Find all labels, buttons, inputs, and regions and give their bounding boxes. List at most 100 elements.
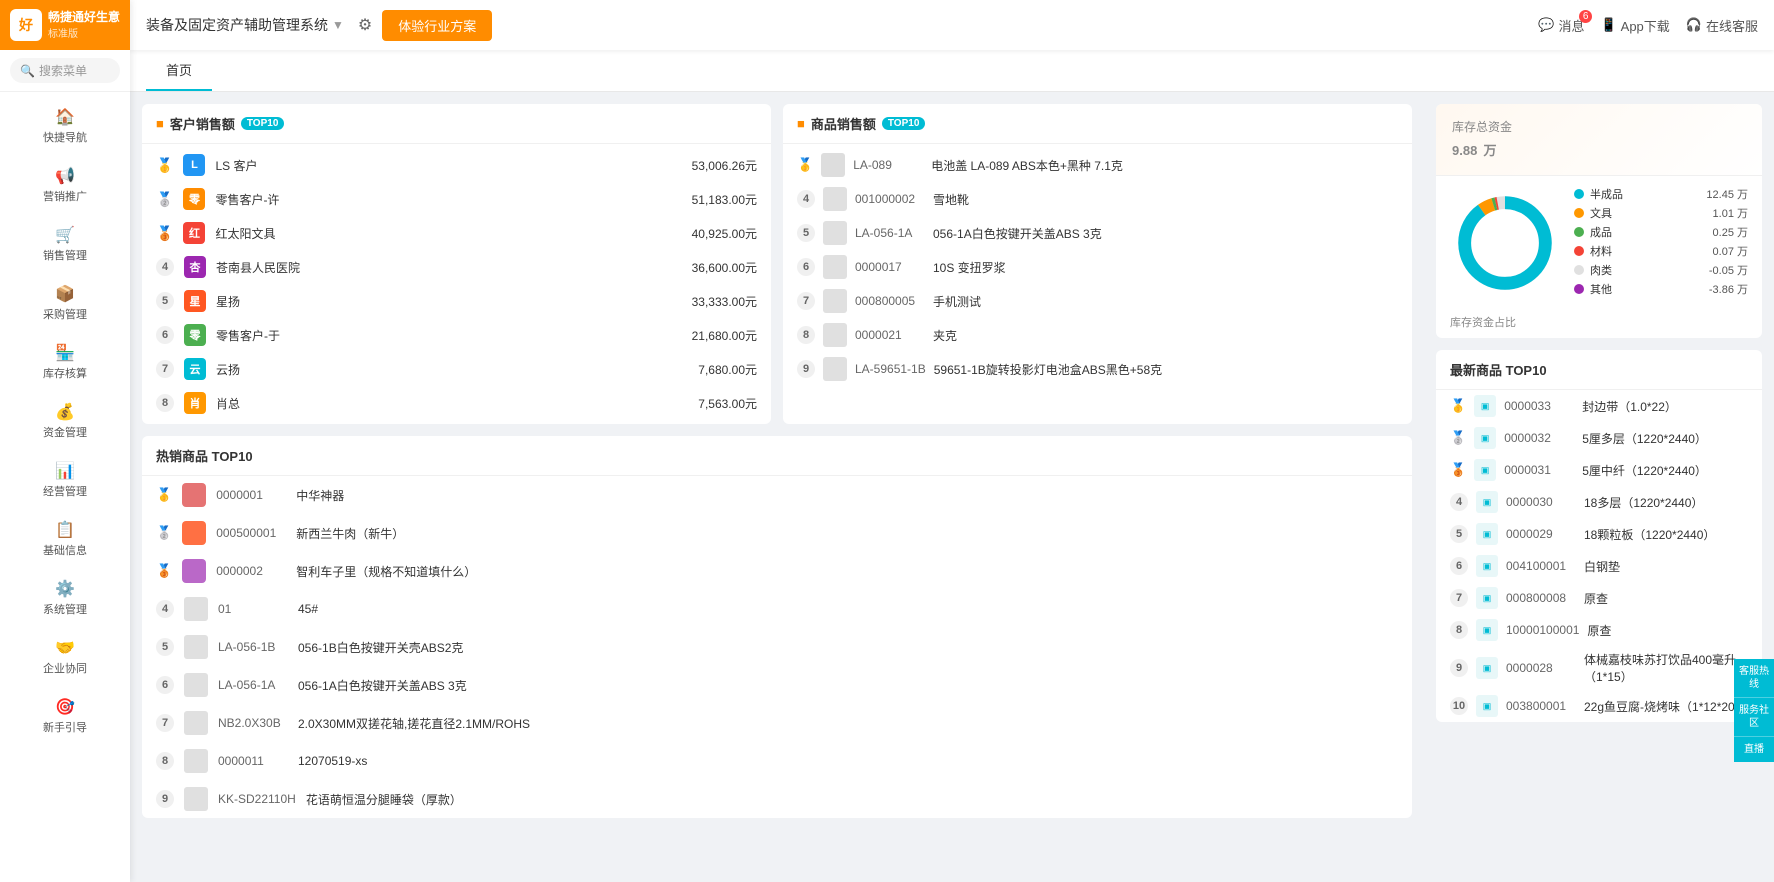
product-name: 056-1A白色按键开关盖ABS 3克 — [933, 225, 1398, 242]
customer-name: LS 客户 — [215, 157, 681, 174]
sidebar-collab-label: 企业协同 — [43, 660, 87, 676]
rank-number: 5 — [797, 224, 815, 242]
avatar: 星 — [184, 290, 206, 312]
table-row: 6 0000017 10S 变扭罗浆 — [783, 250, 1412, 284]
product-image: ▣ — [1476, 619, 1498, 641]
sidebar-search-area[interactable]: 🔍 搜索菜单 — [0, 50, 130, 92]
message-icon: 💬 — [1538, 17, 1554, 33]
legend-dot — [1574, 189, 1584, 199]
table-row: 8 0000011 12070519-xs — [142, 742, 1412, 780]
legend-dot — [1574, 265, 1584, 275]
sidebar-item-inventory[interactable]: 🏪 库存核算 — [6, 333, 124, 391]
sidebar-item-marketing[interactable]: 📢 营销推广 — [6, 156, 124, 214]
product-name: 056-1B白色按键开关壳ABS2克 — [298, 639, 1398, 656]
table-row: 9 LA-59651-1B 59651-1B旋转投影灯电池盒ABS黑色+58克 — [783, 352, 1412, 386]
product-name: 体械嘉枝味苏打饮品400毫升（1*15） — [1584, 651, 1748, 685]
product-name: 2.0X30MM双搓花轴,搓花直径2.1MM/ROHS — [298, 715, 1398, 732]
customer-rank-list: 🥇 L LS 客户 53,006.26元 🥈 零 零售客户-许 51,183.0… — [142, 144, 771, 424]
sales-icon: 🛒 — [55, 225, 75, 245]
search-menu-label: 搜索菜单 — [39, 62, 87, 79]
avatar: 零 — [184, 324, 206, 346]
avatar: 肖 — [184, 392, 206, 414]
sidebar-item-guide[interactable]: 🎯 新手引导 — [6, 687, 124, 745]
topbar-right: 💬 消息 6 📱 App下载 🎧 在线客服 — [1538, 16, 1758, 35]
hot-products-list: 🥇 0000001 中华神器 🥈 000500001 新西兰牛肉（新牛） 🥉 — [142, 476, 1412, 818]
customer-amount: 33,333.00元 — [692, 293, 757, 310]
rank-number: 5 — [1450, 525, 1468, 543]
message-btn[interactable]: 💬 消息 6 — [1538, 16, 1584, 35]
sidebar: 好 畅捷通好生意 标准版 🔍 搜索菜单 🏠 快捷导航 📢 营销推广 🛒 销售管理… — [0, 0, 130, 882]
content-area: ■ 客户销售额 TOP10 🥇 L LS 客户 53,006.26元 — [130, 92, 1774, 882]
rank-number: 4 — [1450, 493, 1468, 511]
sidebar-item-sales[interactable]: 🛒 销售管理 — [6, 215, 124, 273]
gear-icon[interactable]: ⚙ — [358, 15, 372, 35]
customer-amount: 21,680.00元 — [692, 327, 757, 344]
sidebar-item-basic[interactable]: 📋 基础信息 — [6, 510, 124, 568]
gold-medal-icon: 🥇 — [1450, 398, 1466, 414]
table-row: 🥈 零 零售客户-许 51,183.00元 — [142, 182, 771, 216]
legend-name: 肉类 — [1590, 262, 1703, 278]
product-image — [823, 289, 847, 313]
product-code: 0000031 — [1504, 463, 1574, 477]
product-image: ▣ — [1474, 427, 1496, 449]
rank-number: 7 — [1450, 589, 1468, 607]
sidebar-item-system[interactable]: ⚙️ 系统管理 — [6, 569, 124, 627]
product-code: 0000001 — [216, 488, 286, 502]
trial-button[interactable]: 体验行业方案 — [382, 10, 492, 41]
sidebar-item-collab[interactable]: 🤝 企业协同 — [6, 628, 124, 686]
product-name: 18颗粒板（1220*2440） — [1584, 526, 1748, 543]
product-rank-list: 🥇 LA-089 电池盖 LA-089 ABS本色+黑种 7.1克 4 0010… — [783, 144, 1412, 390]
customer-name: 肖总 — [216, 395, 688, 412]
product-name: 智利车子里（规格不知道填什么） — [296, 563, 1398, 580]
table-row: 🥉 ▣ 0000031 5厘中纤（1220*2440） — [1436, 454, 1762, 486]
sidebar-item-finance[interactable]: 💰 资金管理 — [6, 392, 124, 450]
legend-item: 文具 1.01 万 — [1574, 205, 1748, 221]
product-image — [184, 749, 208, 773]
product-image: ▣ — [1476, 523, 1498, 545]
table-row: 9 KK-SD22110H 花语萌恒温分腿睡袋（厚款） — [142, 780, 1412, 818]
app-download-btn[interactable]: 📱 App下载 — [1600, 16, 1669, 35]
sidebar-item-purchase[interactable]: 📦 采购管理 — [6, 274, 124, 332]
inventory-total-label: 库存总资金 — [1452, 118, 1746, 135]
product-image — [823, 323, 847, 347]
product-image: ▣ — [1476, 491, 1498, 513]
tab-home[interactable]: 首页 — [146, 50, 212, 91]
product-image — [823, 255, 847, 279]
legend-name: 文具 — [1590, 205, 1707, 221]
product-name: 5厘多层（1220*2440） — [1582, 430, 1748, 447]
inventory-header: 库存总资金 9.88 万 — [1436, 104, 1762, 176]
service-community-btn[interactable]: 服务社区 — [1734, 698, 1774, 737]
product-code: 10000100001 — [1506, 623, 1579, 637]
legend-value: 12.45 万 — [1706, 186, 1748, 202]
online-service-btn[interactable]: 🎧 在线客服 — [1686, 16, 1758, 35]
marketing-icon: 📢 — [55, 166, 75, 186]
hot-products-header: 热销商品 TOP10 — [142, 436, 1412, 476]
operations-icon: 📊 — [55, 461, 75, 481]
legend-dot — [1574, 284, 1584, 294]
sidebar-logo: 好 畅捷通好生意 标准版 — [0, 0, 130, 50]
live-btn[interactable]: 直播 — [1734, 737, 1774, 762]
sidebar-item-operations[interactable]: 📊 经营管理 — [6, 451, 124, 509]
rank-number: 4 — [797, 190, 815, 208]
system-name: 装备及固定资产辅助管理系统 ▼ — [146, 15, 344, 35]
topbar: 装备及固定资产辅助管理系统 ▼ ⚙ 体验行业方案 💬 消息 6 📱 App下载 … — [130, 0, 1774, 50]
product-name: 45# — [298, 602, 1398, 616]
product-code: KK-SD22110H — [218, 792, 296, 806]
product-code: 000800005 — [855, 294, 925, 308]
chevron-down-icon: ▼ — [332, 18, 344, 32]
gold-medal-icon: 🥇 — [156, 487, 172, 503]
table-row: 7 云 云扬 7,680.00元 — [142, 352, 771, 386]
system-icon: ⚙️ — [55, 579, 75, 599]
customer-ranking-title: ■ — [156, 116, 164, 131]
product-code: 0000032 — [1504, 431, 1574, 445]
customer-service-btn[interactable]: 客服热线 — [1734, 659, 1774, 698]
customer-name: 苍南县人民医院 — [216, 259, 682, 276]
mobile-icon: 📱 — [1600, 17, 1616, 33]
product-name: 电池盖 LA-089 ABS本色+黑种 7.1克 — [931, 157, 1398, 174]
product-code: 01 — [218, 602, 288, 616]
sidebar-item-home[interactable]: 🏠 快捷导航 — [6, 97, 124, 155]
table-row: 5 星 星扬 33,333.00元 — [142, 284, 771, 318]
product-code: LA-59651-1B — [855, 362, 926, 376]
inventory-chart-label: 库存资金占比 — [1450, 317, 1516, 329]
search-menu-btn[interactable]: 🔍 搜索菜单 — [10, 58, 120, 83]
